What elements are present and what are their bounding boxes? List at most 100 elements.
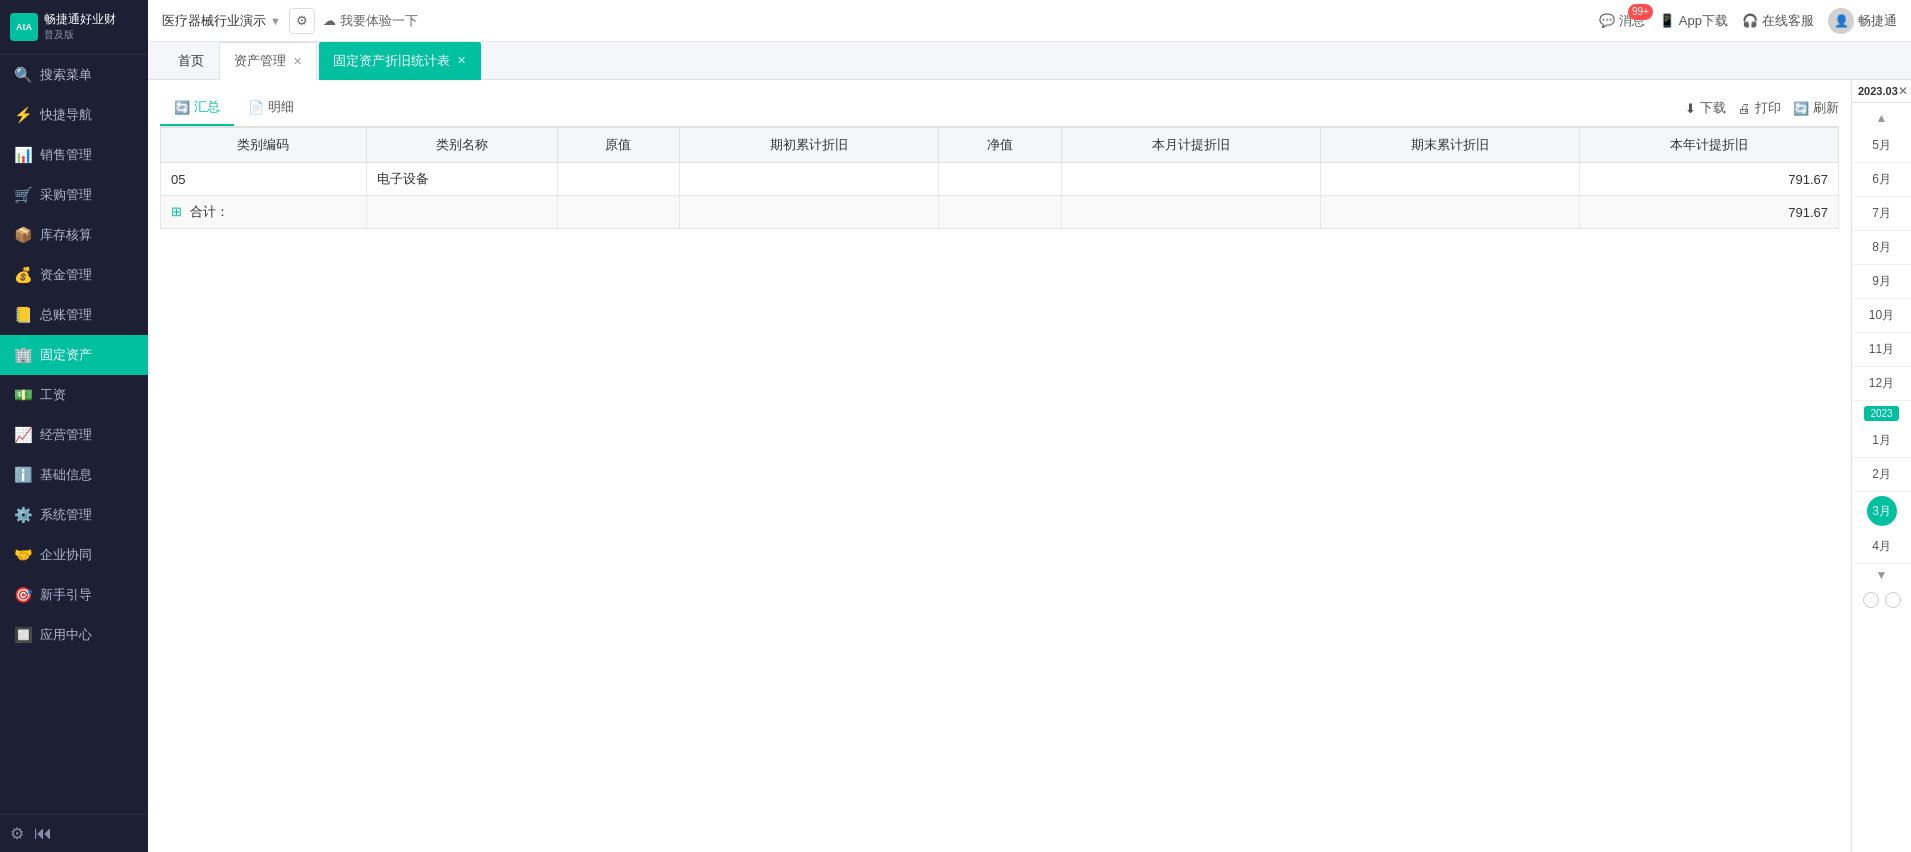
settings-bottom-icon[interactable]: ⚙ bbox=[10, 824, 24, 843]
sidebar-item-search[interactable]: 🔍 搜索菜单 bbox=[0, 55, 148, 95]
depreciation-table: 类别编码 类别名称 原值 期初累计折旧 净值 本月计提折旧 期末累计折旧 本年计… bbox=[160, 127, 1839, 229]
sidebar-item-basic-info[interactable]: ℹ️ 基础信息 bbox=[0, 455, 148, 495]
month-8[interactable]: 8月 bbox=[1852, 231, 1911, 265]
tab-depreciation-close[interactable]: ✕ bbox=[457, 54, 466, 67]
month-7[interactable]: 7月 bbox=[1852, 197, 1911, 231]
date-panel-title: 2023.03 bbox=[1858, 85, 1898, 97]
messages-button[interactable]: 💬 消息 99+ bbox=[1599, 12, 1645, 30]
avatar: 👤 bbox=[1828, 8, 1854, 34]
sidebar-item-system[interactable]: ⚙️ 系统管理 bbox=[0, 495, 148, 535]
sidebar-item-guide[interactable]: 🎯 新手引导 bbox=[0, 575, 148, 615]
messages-badge: 99+ bbox=[1628, 4, 1653, 20]
print-button[interactable]: 🖨 打印 bbox=[1738, 99, 1781, 117]
tab-home[interactable]: 首页 bbox=[164, 42, 219, 80]
sub-tab-detail[interactable]: 📄 明细 bbox=[234, 90, 308, 126]
nav-up-circle[interactable] bbox=[1863, 592, 1879, 608]
company-name: 医疗器械行业演示 bbox=[162, 12, 266, 30]
month-1[interactable]: 1月 bbox=[1852, 424, 1911, 458]
date-panel-close-icon[interactable]: ✕ bbox=[1898, 84, 1908, 98]
sub-tabs: 🔄 汇总 📄 明细 ⬇ 下载 🖨 打印 bbox=[160, 90, 1839, 127]
sidebar-item-sales[interactable]: 📊 销售管理 bbox=[0, 135, 148, 175]
collapse-icon[interactable]: ⏮ bbox=[34, 823, 52, 844]
tabbar: 首页 资产管理 ✕ 固定资产折旧统计表 ✕ bbox=[148, 42, 1911, 80]
sidebar-item-app-center[interactable]: 🔲 应用中心 bbox=[0, 615, 148, 655]
col-monthly-dep: 本月计提折旧 bbox=[1062, 128, 1321, 163]
total-label: ⊞ 合计： bbox=[161, 196, 367, 229]
month-12[interactable]: 12月 bbox=[1852, 367, 1911, 401]
content-wrapper: 🔄 汇总 📄 明细 ⬇ 下载 🖨 打印 bbox=[148, 80, 1911, 852]
search-icon: 🔍 bbox=[14, 66, 32, 84]
sidebar-item-enterprise[interactable]: 🤝 企业协同 bbox=[0, 535, 148, 575]
sidebar-item-operations[interactable]: 📈 经营管理 bbox=[0, 415, 148, 455]
month-5[interactable]: 5月 bbox=[1852, 129, 1911, 163]
month-4[interactable]: 4月 bbox=[1852, 530, 1911, 564]
settings-button[interactable]: ⚙ bbox=[289, 8, 315, 34]
sidebar-item-purchase[interactable]: 🛒 采购管理 bbox=[0, 175, 148, 215]
sidebar-item-funds[interactable]: 💰 资金管理 bbox=[0, 255, 148, 295]
message-icon: 💬 bbox=[1599, 13, 1615, 28]
topbar-right: 💬 消息 99+ 📱 App下载 🎧 在线客服 👤 畅捷通 bbox=[1599, 8, 1897, 34]
funds-icon: 💰 bbox=[14, 266, 32, 284]
row-original-value bbox=[557, 163, 680, 196]
cloud-icon: ☁ bbox=[323, 13, 336, 28]
logo-sub: 普及版 bbox=[44, 28, 116, 42]
logo-text: 畅捷通好业财 bbox=[44, 12, 116, 28]
row-code: 05 bbox=[161, 163, 367, 196]
row-annual-dep: 791.67 bbox=[1580, 163, 1839, 196]
experience-button[interactable]: ☁ 我要体验一下 bbox=[323, 12, 418, 30]
download-button[interactable]: ⬇ 下载 bbox=[1685, 99, 1726, 117]
year-2023-label[interactable]: 2023 bbox=[1864, 406, 1898, 421]
month-3-active[interactable]: 3月 bbox=[1867, 496, 1897, 526]
sidebar-item-quick-nav[interactable]: ⚡ 快捷导航 bbox=[0, 95, 148, 135]
row-opening-dep bbox=[680, 163, 939, 196]
col-annual-dep: 本年计提折旧 bbox=[1580, 128, 1839, 163]
settings-icon: ⚙ bbox=[296, 13, 308, 28]
tab-asset-management[interactable]: 资产管理 ✕ bbox=[219, 42, 317, 80]
dropdown-icon: ▼ bbox=[270, 15, 281, 27]
tab-asset-close[interactable]: ✕ bbox=[293, 55, 302, 68]
toolbar: ⬇ 下载 🖨 打印 🔄 刷新 bbox=[1685, 91, 1839, 125]
month-2[interactable]: 2月 bbox=[1852, 458, 1911, 492]
row-name: 电子设备 bbox=[366, 163, 557, 196]
tab-depreciation-table[interactable]: 固定资产折旧统计表 ✕ bbox=[319, 42, 481, 80]
total-row: ⊞ 合计： 791.67 bbox=[161, 196, 1839, 229]
refresh-button[interactable]: 🔄 刷新 bbox=[1793, 99, 1839, 117]
sidebar-item-payroll[interactable]: 💵 工资 bbox=[0, 375, 148, 415]
date-panel-header: 2023.03 ✕ ⛶ bbox=[1852, 80, 1911, 103]
operations-icon: 📈 bbox=[14, 426, 32, 444]
tab-asset-label: 资产管理 bbox=[234, 52, 286, 70]
topbar-left: 医疗器械行业演示 ▼ ⚙ ☁ 我要体验一下 bbox=[162, 8, 418, 34]
col-closing-dep: 期末累计折旧 bbox=[1321, 128, 1580, 163]
detail-icon: 📄 bbox=[248, 100, 264, 115]
print-icon: 🖨 bbox=[1738, 101, 1751, 116]
month-11[interactable]: 11月 bbox=[1852, 333, 1911, 367]
scroll-down-button[interactable]: ▼ bbox=[1872, 564, 1892, 586]
sidebar-item-fixed-assets[interactable]: 🏢 固定资产 bbox=[0, 335, 148, 375]
online-service-button[interactable]: 🎧 在线客服 bbox=[1742, 12, 1814, 30]
app-download-button[interactable]: 📱 App下载 bbox=[1659, 12, 1728, 30]
sidebar-item-ledger[interactable]: 📒 总账管理 bbox=[0, 295, 148, 335]
sidebar-header: AtA 畅捷通好业财 普及版 bbox=[0, 0, 148, 55]
sidebar-item-inventory[interactable]: 📦 库存核算 bbox=[0, 215, 148, 255]
month-9[interactable]: 9月 bbox=[1852, 265, 1911, 299]
download-icon: 📱 bbox=[1659, 13, 1675, 28]
main-area: 医疗器械行业演示 ▼ ⚙ ☁ 我要体验一下 💬 消息 99+ 📱 App下载 bbox=[148, 0, 1911, 852]
guide-icon: 🎯 bbox=[14, 586, 32, 604]
company-selector[interactable]: 医疗器械行业演示 ▼ bbox=[162, 12, 281, 30]
nav-down-circle[interactable] bbox=[1885, 592, 1901, 608]
sub-tab-summary[interactable]: 🔄 汇总 bbox=[160, 90, 234, 126]
system-icon: ⚙️ bbox=[14, 506, 32, 524]
user-menu[interactable]: 👤 畅捷通 bbox=[1828, 8, 1897, 34]
sales-icon: 📊 bbox=[14, 146, 32, 164]
date-panel: 2023.03 ✕ ⛶ ▲ 5月 6月 7月 8月 9月 10月 11月 12月 bbox=[1851, 80, 1911, 852]
main-content: 🔄 汇总 📄 明细 ⬇ 下载 🖨 打印 bbox=[148, 80, 1851, 852]
col-net-value: 净值 bbox=[939, 128, 1062, 163]
app-center-icon: 🔲 bbox=[14, 626, 32, 644]
month-6[interactable]: 6月 bbox=[1852, 163, 1911, 197]
fixed-assets-icon: 🏢 bbox=[14, 346, 32, 364]
download-icon2: ⬇ bbox=[1685, 101, 1696, 116]
month-10[interactable]: 10月 bbox=[1852, 299, 1911, 333]
sidebar-nav: 🔍 搜索菜单 ⚡ 快捷导航 📊 销售管理 🛒 采购管理 📦 库存核算 💰 资金管… bbox=[0, 55, 148, 814]
sidebar-bottom: ⚙ ⏮ bbox=[0, 814, 148, 852]
scroll-up-button[interactable]: ▲ bbox=[1872, 107, 1892, 129]
